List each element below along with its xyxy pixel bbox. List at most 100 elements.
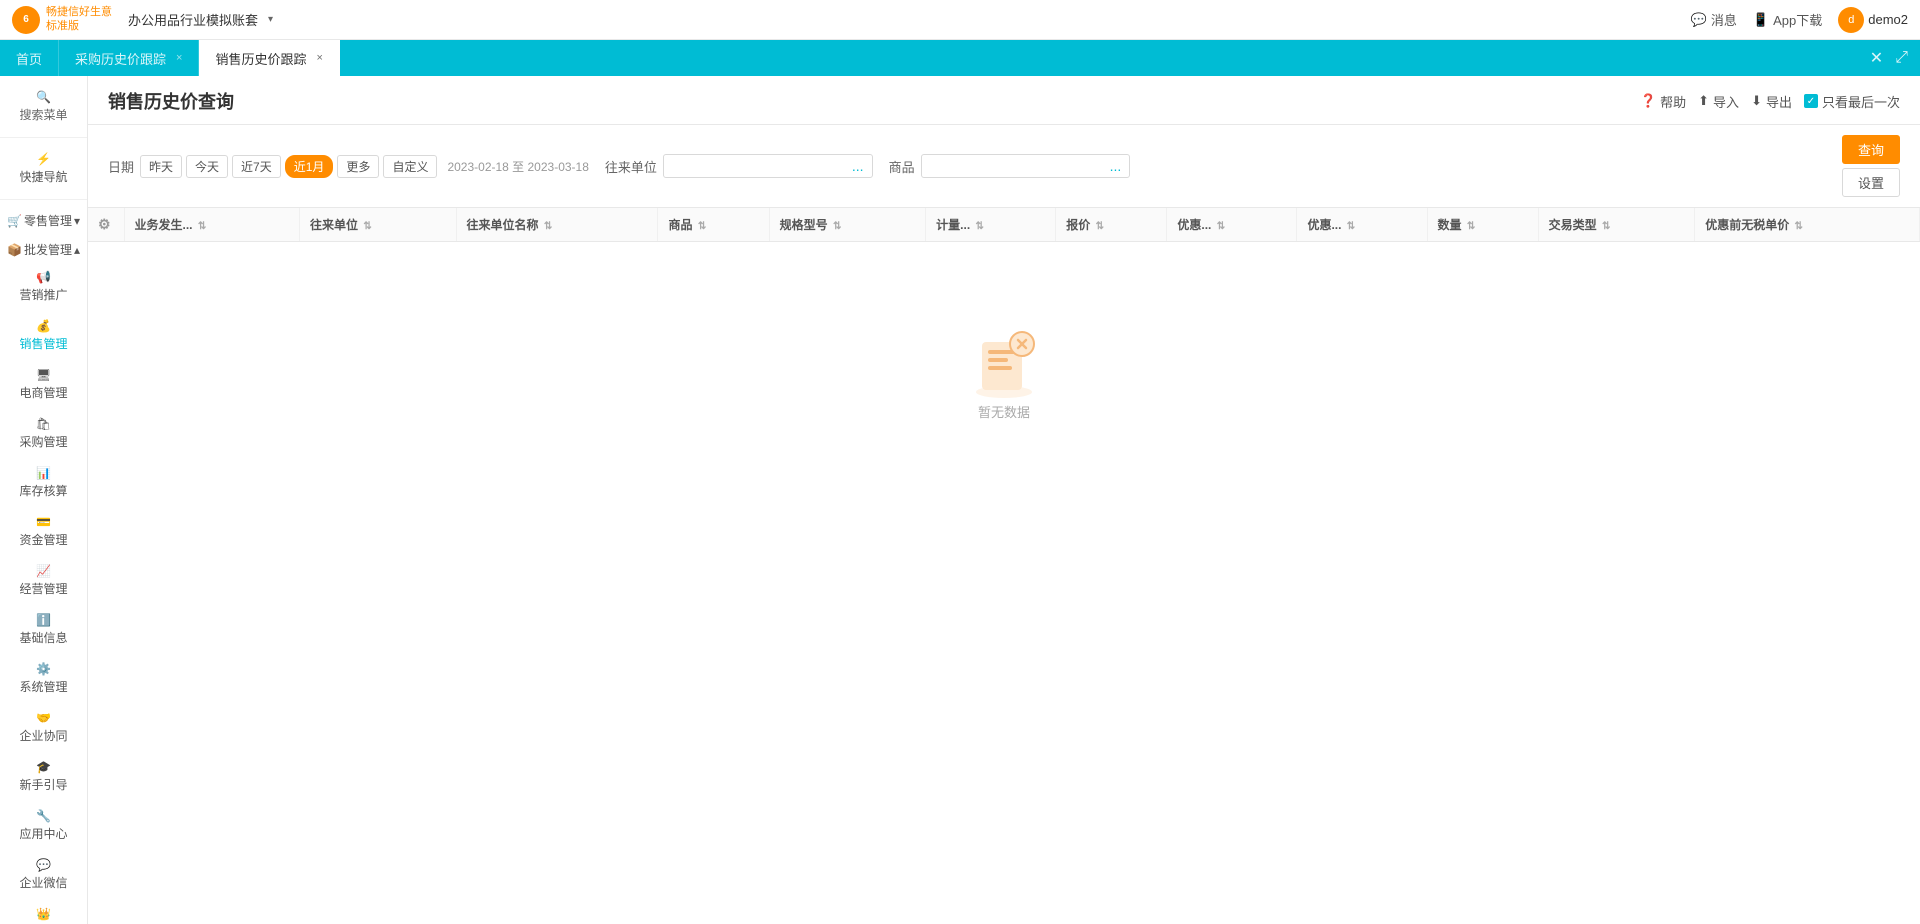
page-header: 销售历史价查询 ❓ 帮助 ⬆ 导入 ⬇ 导出 ✓ xyxy=(88,76,1920,125)
partner-input[interactable] xyxy=(672,159,848,174)
sidebar-item-app-center[interactable]: 🔧 应用中心 xyxy=(0,801,87,850)
sidebar-item-sales-mgmt[interactable]: 💰 销售管理 xyxy=(0,311,87,360)
top-bar-right: 💬 消息 📱 App下载 d demo2 xyxy=(1691,7,1908,33)
sidebar-item-quick-nav[interactable]: ⚡ 快捷导航 xyxy=(0,144,87,193)
date-btn-7days[interactable]: 近7天 xyxy=(232,155,281,178)
date-range-display: 2023-02-18 至 2023-03-18 xyxy=(447,158,588,175)
sidebar-item-marketing[interactable]: 📢 营销推广 xyxy=(0,262,87,311)
date-btn-custom[interactable]: 自定义 xyxy=(383,155,437,178)
tab-purchase-close-icon[interactable]: × xyxy=(176,52,182,64)
column-settings-icon[interactable]: ⚙ xyxy=(98,216,111,232)
content-area: 销售历史价查询 ❓ 帮助 ⬆ 导入 ⬇ 导出 ✓ xyxy=(88,76,1920,924)
sort-partner-name-icon[interactable]: ⇅ xyxy=(544,221,552,232)
date-btn-today[interactable]: 今天 xyxy=(186,155,228,178)
th-partner-code: 往来单位 ⇅ xyxy=(299,208,456,242)
partner-filter-group: 往来单位 ... xyxy=(605,154,873,178)
goods-input-wrapper: ... xyxy=(921,154,1131,178)
close-tab-action-icon[interactable]: ✕ xyxy=(1866,44,1887,72)
sort-trade-type-icon[interactable]: ⇅ xyxy=(1602,221,1610,232)
search-menu-button[interactable]: 🔍 搜索菜单 xyxy=(8,84,79,129)
username: demo2 xyxy=(1868,12,1908,27)
table-container: ⚙ 业务发生... ⇅ 往来单位 ⇅ 往来单位名称 ⇅ xyxy=(88,208,1920,924)
tab-home[interactable]: 首页 xyxy=(0,40,59,76)
sidebar-item-ecommerce[interactable]: 🖥 电商管理 xyxy=(0,360,87,409)
finance-icon: 💳 xyxy=(36,515,51,529)
search-icon: 🔍 xyxy=(36,90,51,104)
sidebar-item-guide[interactable]: 🎓 新手引导 xyxy=(0,752,87,801)
import-button[interactable]: ⬆ 导入 xyxy=(1698,92,1739,111)
only-last-checkbox[interactable]: ✓ xyxy=(1804,94,1818,108)
system-icon: ⚙️ xyxy=(36,662,51,676)
help-button[interactable]: ❓ 帮助 xyxy=(1640,92,1686,111)
th-unit: 计量... ⇅ xyxy=(926,208,1056,242)
message-button[interactable]: 💬 消息 xyxy=(1691,10,1737,29)
date-btn-yesterday[interactable]: 昨天 xyxy=(140,155,182,178)
marketing-icon: 📢 xyxy=(36,270,51,284)
sort-discount1-icon[interactable]: ⇅ xyxy=(1217,221,1225,232)
date-btn-1month[interactable]: 近1月 xyxy=(285,155,334,178)
query-button[interactable]: 查询 xyxy=(1842,135,1900,164)
sort-spec-icon[interactable]: ⇅ xyxy=(833,221,841,232)
goods-input[interactable] xyxy=(930,159,1106,174)
sidebar-item-basic-info[interactable]: ℹ️ 基础信息 xyxy=(0,605,87,654)
data-table: ⚙ 业务发生... ⇅ 往来单位 ⇅ 往来单位名称 ⇅ xyxy=(88,208,1920,242)
table-header: ⚙ 业务发生... ⇅ 往来单位 ⇅ 往来单位名称 ⇅ xyxy=(88,208,1920,242)
sidebar-search-section: 🔍 搜索菜单 xyxy=(0,76,87,138)
sidebar-item-finance[interactable]: 💳 资金管理 xyxy=(0,507,87,556)
sidebar-item-wechat[interactable]: 💬 企业微信 xyxy=(0,850,87,899)
export-button[interactable]: ⬇ 导出 xyxy=(1751,92,1792,111)
retail-arrow-icon: ▾ xyxy=(74,214,80,228)
sidebar-item-operations[interactable]: 📈 经营管理 xyxy=(0,556,87,605)
page-title-row: 销售历史价查询 ❓ 帮助 ⬆ 导入 ⬇ 导出 ✓ xyxy=(108,88,1900,114)
th-goods: 商品 ⇅ xyxy=(658,208,769,242)
goods-picker-icon[interactable]: ... xyxy=(1110,158,1122,174)
inventory-icon: 📊 xyxy=(36,466,51,480)
basic-info-icon: ℹ️ xyxy=(36,613,51,627)
empty-illustration xyxy=(964,322,1044,402)
expand-tab-action-icon[interactable]: ⤢ xyxy=(1891,45,1912,71)
table-header-row: ⚙ 业务发生... ⇅ 往来单位 ⇅ 往来单位名称 ⇅ xyxy=(88,208,1920,242)
sort-qty-icon[interactable]: ⇅ xyxy=(1467,221,1475,232)
avatar: d xyxy=(1838,7,1864,33)
sidebar-sections: 🛒 零售管理 ▾ 📦 批发管理 ▴ 📢 营销推广 💰 销售管理 🖥 电商管理 xyxy=(0,200,87,924)
sort-biz-date-icon[interactable]: ⇅ xyxy=(198,221,206,232)
app-title-dropdown-icon[interactable]: ▾ xyxy=(268,14,273,25)
wholesale-arrow-icon: ▴ xyxy=(74,243,80,257)
sort-pretax-price-icon[interactable]: ⇅ xyxy=(1795,221,1803,232)
sort-goods-icon[interactable]: ⇅ xyxy=(698,221,706,232)
empty-text: 暂无数据 xyxy=(978,402,1030,421)
date-btn-more[interactable]: 更多 xyxy=(337,155,379,178)
sort-price-icon[interactable]: ⇅ xyxy=(1096,221,1104,232)
partner-picker-icon[interactable]: ... xyxy=(852,158,864,174)
empty-state: 暂无数据 xyxy=(88,242,1920,501)
settings-button[interactable]: 设置 xyxy=(1842,168,1900,197)
filter-bar: 日期 昨天 今天 近7天 近1月 更多 自定义 2023-02-18 至 202… xyxy=(88,125,1920,208)
retail-icon: 🛒 xyxy=(7,214,22,228)
sidebar-item-member[interactable]: 👑 畅会员 xyxy=(0,899,87,924)
sidebar-item-retail[interactable]: 🛒 零售管理 ▾ xyxy=(0,204,87,233)
app-title: 办公用品行业模拟账套 xyxy=(128,10,258,29)
sort-partner-code-icon[interactable]: ⇅ xyxy=(363,221,371,232)
only-last-checkbox-label[interactable]: ✓ 只看最后一次 xyxy=(1804,92,1900,111)
tab-purchase[interactable]: 采购历史价跟踪 × xyxy=(59,40,199,76)
purchase-mgmt-icon: 🛍 xyxy=(36,417,51,431)
sort-unit-icon[interactable]: ⇅ xyxy=(976,221,984,232)
date-filter-label: 日期 xyxy=(108,157,134,176)
tab-sales-close-icon[interactable]: × xyxy=(316,52,322,64)
filter-actions: 查询 设置 xyxy=(1842,135,1900,197)
app-download-button[interactable]: 📱 App下载 xyxy=(1753,10,1822,29)
tab-sales-label: 销售历史价跟踪 xyxy=(215,49,306,68)
sort-discount2-icon[interactable]: ⇅ xyxy=(1347,221,1355,232)
sidebar-item-enterprise[interactable]: 🤝 企业协同 xyxy=(0,703,87,752)
message-icon: 💬 xyxy=(1691,12,1707,28)
user-menu[interactable]: d demo2 xyxy=(1838,7,1908,33)
sidebar-item-purchase-mgmt[interactable]: 🛍 采购管理 xyxy=(0,409,87,458)
tab-sales[interactable]: 销售历史价跟踪 × xyxy=(199,40,339,76)
th-qty: 数量 ⇅ xyxy=(1427,208,1538,242)
app-center-icon: 🔧 xyxy=(36,809,51,823)
sidebar-item-wholesale[interactable]: 📦 批发管理 ▴ xyxy=(0,233,87,262)
sidebar-item-inventory[interactable]: 📊 库存核算 xyxy=(0,458,87,507)
sidebar-quick-nav: ⚡ 快捷导航 xyxy=(0,138,87,200)
sidebar-item-system[interactable]: ⚙️ 系统管理 xyxy=(0,654,87,703)
th-partner-name: 往来单位名称 ⇅ xyxy=(456,208,658,242)
